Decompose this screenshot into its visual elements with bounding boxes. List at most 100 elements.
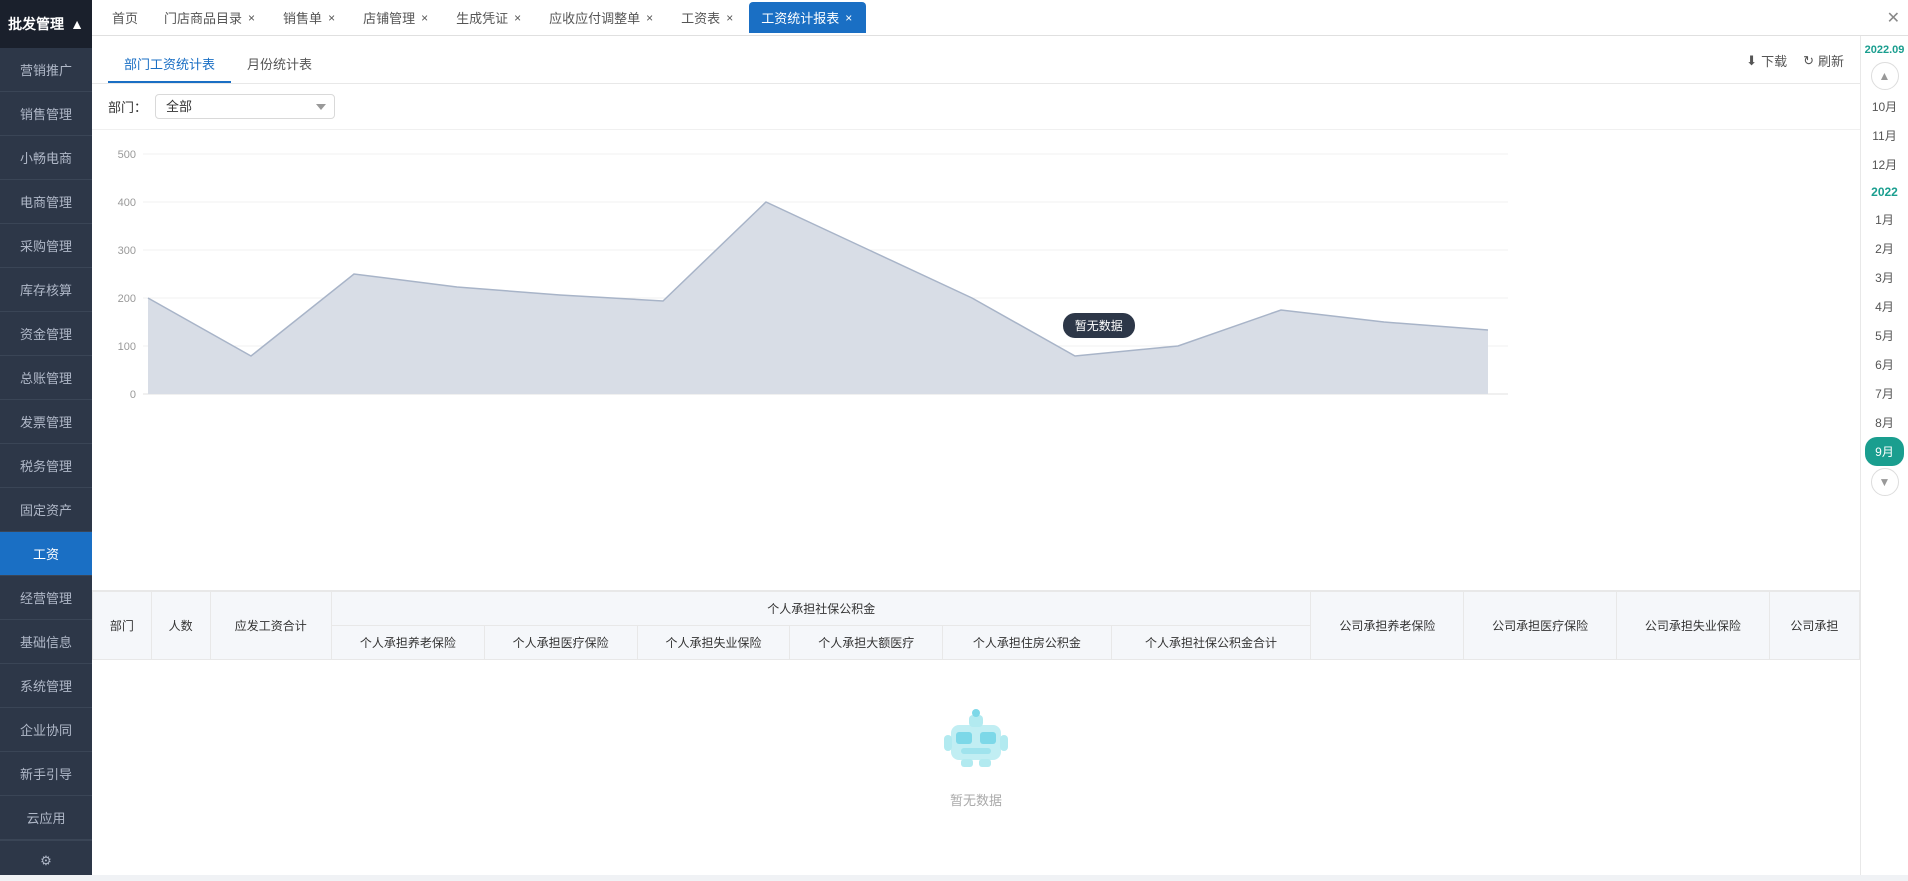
sidebar-item-sales[interactable]: 销售管理 [0, 92, 92, 136]
sidebar-item-ledger[interactable]: 总账管理 [0, 356, 92, 400]
svg-text:0: 0 [130, 389, 136, 401]
timeline-panel: 2022.09 ▲ 10月 11月 12月 2022 1月 2月 3月 [1860, 36, 1908, 875]
th-personal-old: 个人承担养老保险 [331, 626, 484, 660]
sidebar-arrow-icon: ▲ [70, 16, 84, 32]
sidebar: 批发管理 ▲ 营销推广 销售管理 小畅电商 电商管理 采购管理 库存核算 资金管… [0, 0, 92, 875]
th-personal-large-medical: 个人承担大额医疗 [790, 626, 943, 660]
timeline-down-button[interactable]: ▼ [1871, 468, 1899, 496]
tab-ar-ap-adjustment[interactable]: 应收应付调整单 × [537, 2, 667, 33]
sidebar-item-cloud[interactable]: 云应用 [0, 796, 92, 840]
sidebar-item-invoice[interactable]: 发票管理 [0, 400, 92, 444]
refresh-button[interactable]: ↻ 刷新 [1803, 51, 1844, 70]
chart-container: 500 400 300 200 100 0 [108, 138, 1844, 438]
refresh-icon: ↻ [1803, 53, 1814, 69]
sidebar-item-finance[interactable]: 资金管理 [0, 312, 92, 356]
th-company-unemployment: 公司承担失业保险 [1617, 592, 1770, 660]
no-data-robot-icon [936, 700, 1016, 780]
timeline-month-7[interactable]: 7月 [1861, 379, 1908, 408]
tab-close-store-management[interactable]: × [419, 11, 430, 25]
tab-generate-voucher[interactable]: 生成凭证 × [444, 2, 535, 33]
th-company-medical: 公司承担医疗保险 [1464, 592, 1617, 660]
sidebar-item-payroll[interactable]: 工资 [0, 532, 92, 576]
download-icon: ⬇ [1746, 53, 1757, 69]
dept-label: 部门： [108, 97, 147, 116]
tab-close-store-products[interactable]: × [246, 11, 257, 25]
toolbar: 部门： 全部 销售部 采购部 财务部 行政部 [92, 84, 1860, 130]
sidebar-item-system[interactable]: 系统管理 [0, 664, 92, 708]
tab-store-management[interactable]: 店铺管理 × [351, 2, 442, 33]
sidebar-item-inventory[interactable]: 库存核算 [0, 268, 92, 312]
th-personal-medical: 个人承担医疗保险 [484, 626, 637, 660]
th-count: 人数 [151, 592, 210, 660]
sidebar-header[interactable]: 批发管理 ▲ [0, 0, 92, 48]
th-company-other: 公司承担 [1769, 592, 1859, 660]
sidebar-item-xiaochangec[interactable]: 小畅电商 [0, 136, 92, 180]
timeline-month-2[interactable]: 2月 [1861, 234, 1908, 263]
timeline-month-8[interactable]: 8月 [1861, 408, 1908, 437]
data-table: 部门 人数 应发工资合计 个人承担社保公积金 公司承担养老保险 公司承担医疗保险… [92, 591, 1860, 660]
tab-bar: 首页 门店商品目录 × 销售单 × 店铺管理 × 生成凭证 × 应收应付调整单 … [92, 0, 1908, 36]
timeline-month-5[interactable]: 5月 [1861, 321, 1908, 350]
tab-close-payroll[interactable]: × [724, 11, 735, 25]
toolbar-left: 部门： 全部 销售部 采购部 财务部 行政部 [108, 94, 335, 119]
dept-select[interactable]: 全部 销售部 采购部 财务部 行政部 [155, 94, 335, 119]
table-area: 部门 人数 应发工资合计 个人承担社保公积金 公司承担养老保险 公司承担医疗保险… [92, 590, 1860, 875]
th-company-old: 公司承担养老保险 [1311, 592, 1464, 660]
table-header-row-1: 部门 人数 应发工资合计 个人承担社保公积金 公司承担养老保险 公司承担医疗保险… [93, 592, 1860, 626]
th-personal-unemployment: 个人承担失业保险 [637, 626, 790, 660]
sub-tab-month-stats[interactable]: 月份统计表 [231, 46, 328, 83]
timeline-year-2022[interactable]: 2022 [1861, 179, 1908, 205]
sidebar-item-ecommerce[interactable]: 电商管理 [0, 180, 92, 224]
tab-close-sales-order[interactable]: × [326, 11, 337, 25]
chart-svg: 500 400 300 200 100 0 [108, 138, 1844, 438]
timeline-up-button[interactable]: ▲ [1871, 62, 1899, 90]
tab-close-payroll-report[interactable]: × [843, 11, 854, 25]
main-area: 首页 门店商品目录 × 销售单 × 店铺管理 × 生成凭证 × 应收应付调整单 … [92, 0, 1908, 875]
tab-payroll[interactable]: 工资表 × [669, 2, 747, 33]
svg-text:500: 500 [118, 149, 136, 161]
svg-text:300: 300 [118, 245, 136, 257]
chart-tooltip: 暂无数据 [1063, 313, 1135, 338]
tab-home[interactable]: 首页 [100, 2, 150, 33]
tab-close-generate-voucher[interactable]: × [512, 11, 523, 25]
timeline-2022-11[interactable]: 11月 [1861, 121, 1908, 150]
timeline-month-6[interactable]: 6月 [1861, 350, 1908, 379]
timeline-2022-12[interactable]: 12月 [1861, 150, 1908, 179]
sidebar-item-purchase[interactable]: 采购管理 [0, 224, 92, 268]
sidebar-item-tax[interactable]: 税务管理 [0, 444, 92, 488]
sidebar-title: 批发管理 [8, 14, 64, 34]
sidebar-item-fixed-asset[interactable]: 固定资产 [0, 488, 92, 532]
sidebar-item-operations[interactable]: 经营管理 [0, 576, 92, 620]
timeline-month-9[interactable]: 9月 [1865, 437, 1904, 466]
svg-text:200: 200 [118, 293, 136, 305]
no-data-label: 暂无数据 [950, 790, 1002, 809]
timeline-month-3[interactable]: 3月 [1861, 263, 1908, 292]
svg-text:100: 100 [118, 341, 136, 353]
sidebar-item-basic-info[interactable]: 基础信息 [0, 620, 92, 664]
sidebar-item-guide[interactable]: 新手引导 [0, 752, 92, 796]
th-personal-total: 个人承担社保公积金合计 [1111, 626, 1311, 660]
tab-sales-order[interactable]: 销售单 × [271, 2, 349, 33]
tab-payroll-report[interactable]: 工资统计报表 × [749, 2, 866, 33]
th-total-wage: 应发工资合计 [210, 592, 331, 660]
sidebar-item-cooperation[interactable]: 企业协同 [0, 708, 92, 752]
timeline-current-display: 2022.09 [1861, 40, 1908, 60]
chart-area: 500 400 300 200 100 0 [92, 130, 1860, 590]
content-area: 部门工资统计表 月份统计表 ⬇ 下载 ↻ 刷新 [92, 36, 1908, 875]
sub-tab-dept-stats[interactable]: 部门工资统计表 [108, 46, 231, 83]
sidebar-item-marketing[interactable]: 营销推广 [0, 48, 92, 92]
timeline-month-1[interactable]: 1月 [1861, 205, 1908, 234]
timeline-month-4[interactable]: 4月 [1861, 292, 1908, 321]
tab-store-products[interactable]: 门店商品目录 × [152, 2, 269, 33]
svg-text:400: 400 [118, 197, 136, 209]
sub-tab-bar: 部门工资统计表 月份统计表 ⬇ 下载 ↻ 刷新 [92, 36, 1860, 84]
timeline-2022-10[interactable]: 10月 [1861, 92, 1908, 121]
th-personal-social: 个人承担社保公积金 [331, 592, 1310, 626]
page-panel: 部门工资统计表 月份统计表 ⬇ 下载 ↻ 刷新 [92, 36, 1860, 875]
th-dept: 部门 [93, 592, 152, 660]
tab-close-ar-ap-adjustment[interactable]: × [644, 11, 655, 25]
tab-bar-close-all[interactable]: ✕ [1887, 8, 1900, 28]
th-personal-housing: 个人承担住房公积金 [943, 626, 1111, 660]
tab-bar-right: ✕ [1887, 8, 1900, 28]
download-button[interactable]: ⬇ 下载 [1746, 51, 1787, 70]
